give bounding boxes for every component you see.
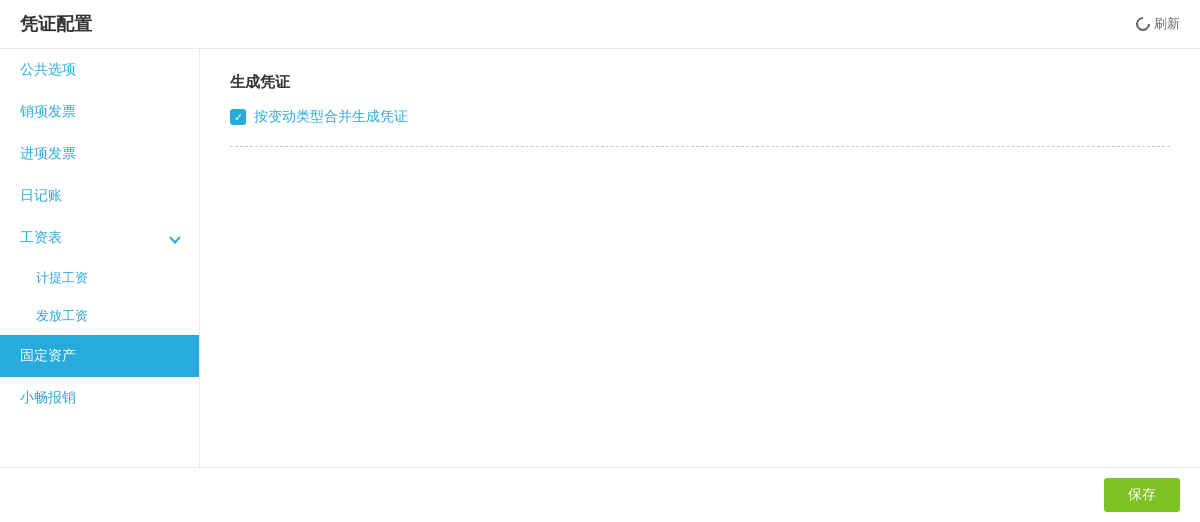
sidebar-item-journal[interactable]: 日记账 [0,175,199,217]
page-title: 凭证配置 [20,12,92,36]
refresh-label: 刷新 [1154,15,1180,33]
sidebar-item-payroll-pay[interactable]: 发放工资 [0,297,199,335]
refresh-icon [1133,14,1153,34]
main-layout: 公共选项 销项发票 进项发票 日记账 工资表 计提工资 发放工资 固定资产 [0,49,1200,467]
save-button[interactable]: 保存 [1104,478,1180,512]
refresh-button[interactable]: 刷新 [1136,15,1180,33]
sidebar-item-sales-invoice[interactable]: 销项发票 [0,91,199,133]
header: 凭证配置 刷新 [0,0,1200,49]
footer: 保存 [0,467,1200,522]
sidebar-item-fixed-assets[interactable]: 固定资产 [0,335,199,377]
merge-checkbox[interactable]: ✓ [230,109,246,125]
sidebar-item-public[interactable]: 公共选项 [0,49,199,91]
section-title: 生成凭证 [230,73,1170,92]
checkbox-label: 按变动类型合并生成凭证 [254,108,408,126]
check-icon: ✓ [234,112,243,123]
sidebar: 公共选项 销项发票 进项发票 日记账 工资表 计提工资 发放工资 固定资产 [0,49,200,467]
sidebar-item-purchase-invoice[interactable]: 进项发票 [0,133,199,175]
sidebar-sub-item-label: 计提工资 [36,270,88,285]
sidebar-item-expense[interactable]: 小畅报销 [0,377,199,419]
sidebar-item-label: 工资表 [20,229,62,247]
sidebar-item-label: 销项发票 [20,103,76,121]
chevron-down-icon [169,232,180,243]
page-wrapper: 凭证配置 刷新 公共选项 销项发票 进项发票 日记账 工资表 [0,0,1200,522]
sidebar-item-payroll-calc[interactable]: 计提工资 [0,259,199,297]
section-divider [230,146,1170,147]
checkbox-row: ✓ 按变动类型合并生成凭证 [230,108,1170,126]
sidebar-item-label: 固定资产 [20,347,76,365]
content-area: 生成凭证 ✓ 按变动类型合并生成凭证 [200,49,1200,467]
sidebar-item-label: 公共选项 [20,61,76,79]
sidebar-item-label: 小畅报销 [20,389,76,407]
sidebar-sub-item-label: 发放工资 [36,308,88,323]
sidebar-item-payroll[interactable]: 工资表 [0,217,199,259]
sidebar-item-label: 进项发票 [20,145,76,163]
sidebar-item-label: 日记账 [20,187,62,205]
